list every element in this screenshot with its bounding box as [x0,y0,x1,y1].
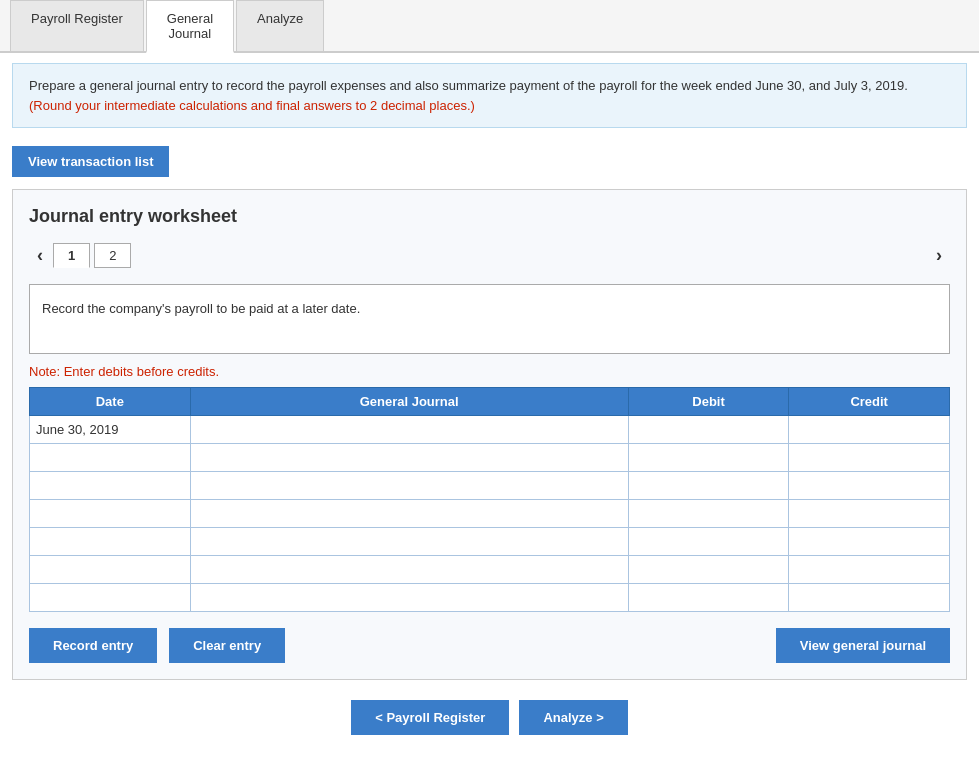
input-debit-4[interactable] [635,534,783,549]
cell-debit-2 [628,472,789,500]
cell-gj-6 [190,584,628,612]
input-credit-5[interactable] [795,562,943,577]
input-debit-3[interactable] [635,506,783,521]
cell-gj-0 [190,416,628,444]
cell-gj-5 [190,556,628,584]
input-credit-2[interactable] [795,478,943,493]
table-row [30,472,950,500]
info-highlight-text: (Round your intermediate calculations an… [29,98,475,113]
input-date-3[interactable] [36,506,184,521]
input-date-5[interactable] [36,562,184,577]
cell-debit-1 [628,444,789,472]
input-debit-6[interactable] [635,590,783,605]
cell-date-2 [30,472,191,500]
table-row [30,584,950,612]
cell-credit-5 [789,556,950,584]
tab-general-journal[interactable]: GeneralJournal [146,0,234,53]
cell-date-5 [30,556,191,584]
note-text: Note: Enter debits before credits. [29,364,950,379]
cell-credit-3 [789,500,950,528]
input-gj-5[interactable] [197,562,622,577]
input-gj-2[interactable] [197,478,622,493]
table-row [30,444,950,472]
cell-date-1 [30,444,191,472]
cell-credit-1 [789,444,950,472]
input-date-4[interactable] [36,534,184,549]
input-debit-0[interactable] [635,422,783,437]
page-tab-2[interactable]: 2 [94,243,131,268]
view-general-journal-button[interactable]: View general journal [776,628,950,663]
page-tab-1[interactable]: 1 [53,243,90,268]
tab-payroll-register[interactable]: Payroll Register [10,0,144,51]
date-value-0: June 30, 2019 [36,422,118,437]
input-gj-4[interactable] [197,534,622,549]
cell-debit-0 [628,416,789,444]
input-debit-5[interactable] [635,562,783,577]
input-gj-1[interactable] [197,450,622,465]
info-main-text: Prepare a general journal entry to recor… [29,78,908,93]
col-header-gj: General Journal [190,388,628,416]
description-box: Record the company's payroll to be paid … [29,284,950,354]
prev-page-arrow[interactable]: ‹ [29,241,51,270]
cell-debit-3 [628,500,789,528]
col-header-date: Date [30,388,191,416]
input-date-2[interactable] [36,478,184,493]
cell-date-3 [30,500,191,528]
table-row [30,528,950,556]
cell-date-4 [30,528,191,556]
next-page-arrow[interactable]: › [928,241,950,270]
cell-debit-5 [628,556,789,584]
input-credit-6[interactable] [795,590,943,605]
input-gj-3[interactable] [197,506,622,521]
bottom-prev-button[interactable]: < Payroll Register [351,700,509,735]
worksheet-container: Journal entry worksheet ‹ 1 2 › Record t… [12,189,967,680]
table-row: June 30, 2019 [30,416,950,444]
cell-date-0: June 30, 2019 [30,416,191,444]
cell-credit-2 [789,472,950,500]
page-nav-row: ‹ 1 2 › [29,241,950,270]
tab-bar: Payroll Register GeneralJournal Analyze [0,0,979,53]
table-row [30,500,950,528]
input-credit-3[interactable] [795,506,943,521]
cell-debit-6 [628,584,789,612]
cell-credit-0 [789,416,950,444]
action-buttons: Record entry Clear entry View general jo… [29,628,950,663]
input-credit-4[interactable] [795,534,943,549]
journal-table: Date General Journal Debit Credit June 3… [29,387,950,612]
input-credit-0[interactable] [795,422,943,437]
cell-gj-3 [190,500,628,528]
worksheet-title: Journal entry worksheet [29,206,950,227]
input-gj-6[interactable] [197,590,622,605]
info-box: Prepare a general journal entry to recor… [12,63,967,128]
col-header-credit: Credit [789,388,950,416]
tab-analyze[interactable]: Analyze [236,0,324,51]
input-gj-0[interactable] [197,422,622,437]
input-credit-1[interactable] [795,450,943,465]
cell-credit-4 [789,528,950,556]
view-transaction-button[interactable]: View transaction list [12,146,169,177]
cell-date-6 [30,584,191,612]
cell-gj-4 [190,528,628,556]
input-date-6[interactable] [36,590,184,605]
description-text: Record the company's payroll to be paid … [42,301,360,316]
col-header-debit: Debit [628,388,789,416]
input-debit-2[interactable] [635,478,783,493]
page-wrapper: Payroll Register GeneralJournal Analyze … [0,0,979,777]
table-row [30,556,950,584]
input-debit-1[interactable] [635,450,783,465]
cell-gj-2 [190,472,628,500]
bottom-next-button[interactable]: Analyze > [519,700,627,735]
input-date-1[interactable] [36,450,184,465]
clear-entry-button[interactable]: Clear entry [169,628,285,663]
cell-debit-4 [628,528,789,556]
cell-gj-1 [190,444,628,472]
record-entry-button[interactable]: Record entry [29,628,157,663]
cell-credit-6 [789,584,950,612]
bottom-nav: < Payroll Register Analyze > [0,700,979,735]
